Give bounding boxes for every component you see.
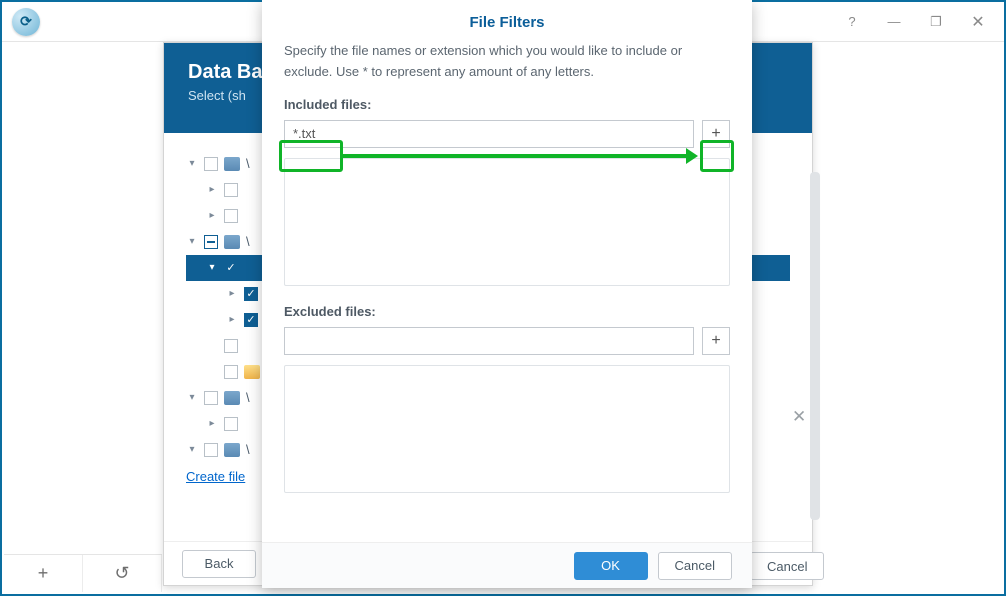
expand-icon[interactable]: ▸ <box>206 178 218 202</box>
file-filters-dialog: File Filters Specify the file names or e… <box>262 0 752 588</box>
included-pattern-input[interactable] <box>284 120 694 148</box>
scrollbar[interactable] <box>810 172 820 520</box>
add-excluded-button[interactable]: + <box>702 327 730 355</box>
expand-icon[interactable]: ▾ <box>186 438 198 462</box>
expand-icon[interactable]: ▸ <box>206 204 218 228</box>
expand-icon[interactable]: ▸ <box>226 282 238 306</box>
excluded-patterns-list[interactable] <box>284 365 730 493</box>
tree-item-label: \ <box>246 230 250 254</box>
tree-item-label: \ <box>246 152 250 176</box>
folder-checkbox[interactable] <box>224 261 238 275</box>
folder-icon <box>244 365 260 379</box>
create-file-filter-link[interactable]: Create file <box>186 469 245 484</box>
window-controls: ? — ❐ ✕ <box>832 8 998 36</box>
panel-close-icon[interactable]: ✕ <box>792 407 806 427</box>
included-files-label: Included files: <box>284 97 730 112</box>
tree-item-label: \ <box>246 386 250 410</box>
expand-icon[interactable]: ▸ <box>206 412 218 436</box>
folder-checkbox[interactable] <box>224 183 238 197</box>
expand-icon[interactable]: ▾ <box>186 152 198 176</box>
folder-checkbox[interactable] <box>204 235 218 249</box>
folder-checkbox[interactable] <box>204 443 218 457</box>
excluded-pattern-input[interactable] <box>284 327 694 355</box>
dialog-description: Specify the file names or extension whic… <box>284 41 730 83</box>
expand-icon[interactable]: ▾ <box>206 256 218 280</box>
volume-icon <box>224 443 240 457</box>
help-button[interactable]: ? <box>832 8 872 36</box>
highlight-input-box <box>279 140 343 172</box>
folder-checkbox[interactable] <box>204 157 218 171</box>
expand-icon[interactable]: ▾ <box>186 386 198 410</box>
left-toolbar: + ↺ <box>4 554 162 592</box>
included-patterns-list[interactable] <box>284 158 730 286</box>
tree-item-label: \ <box>246 438 250 462</box>
included-input-row: + <box>284 120 730 148</box>
excluded-files-label: Excluded files: <box>284 304 730 319</box>
minimize-button[interactable]: — <box>874 8 914 36</box>
volume-icon <box>224 391 240 405</box>
highlight-add-button-box <box>700 140 734 172</box>
folder-checkbox[interactable] <box>244 313 258 327</box>
folder-checkbox[interactable] <box>224 339 238 353</box>
dialog-footer: OK Cancel <box>262 542 752 588</box>
expand-icon[interactable]: ▸ <box>226 308 238 332</box>
background-cancel-button[interactable]: Cancel <box>750 552 824 580</box>
highlight-arrow <box>343 154 691 158</box>
expand-icon[interactable]: ▾ <box>186 230 198 254</box>
history-button[interactable]: ↺ <box>83 555 162 592</box>
excluded-input-row: + <box>284 327 730 355</box>
cancel-button[interactable]: Cancel <box>658 552 732 580</box>
back-button[interactable]: Back <box>182 550 256 578</box>
volume-icon <box>224 235 240 249</box>
folder-checkbox[interactable] <box>244 287 258 301</box>
dialog-body: Specify the file names or extension whic… <box>262 41 752 493</box>
ok-button[interactable]: OK <box>574 552 648 580</box>
folder-checkbox[interactable] <box>224 365 238 379</box>
close-button[interactable]: ✕ <box>958 8 998 36</box>
volume-icon <box>224 157 240 171</box>
maximize-button[interactable]: ❐ <box>916 8 956 36</box>
folder-checkbox[interactable] <box>224 417 238 431</box>
app-icon: ⟳ <box>12 8 40 36</box>
folder-checkbox[interactable] <box>204 391 218 405</box>
dialog-title: File Filters <box>262 0 752 41</box>
add-task-button[interactable]: + <box>4 555 83 592</box>
folder-checkbox[interactable] <box>224 209 238 223</box>
